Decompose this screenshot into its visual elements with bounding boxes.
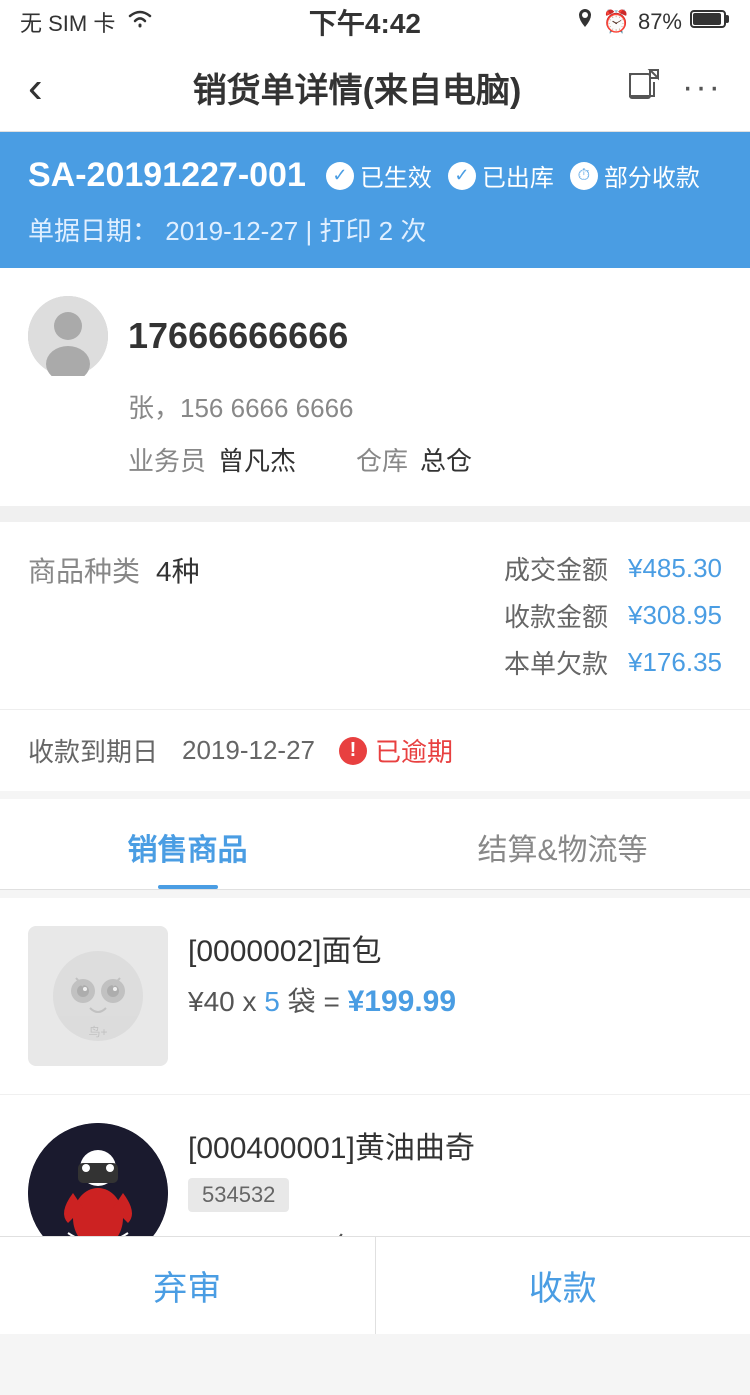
- status-bar: 无 SIM 卡 下午4:42 ⏰ 87%: [0, 0, 750, 44]
- product-thumb-bread: 鸟+: [28, 926, 168, 1066]
- product-item: 鸟+ [0000002]面包 ¥40 x 5 袋 = ¥199.99: [0, 898, 750, 1095]
- stats-right: 成交金额 ¥485.30 收款金额 ¥308.95 本单欠款 ¥176.35: [504, 550, 722, 681]
- stat-debt: 本单欠款 ¥176.35: [504, 644, 722, 681]
- customer-meta: 业务员 曾凡杰 仓库 总仓: [128, 441, 722, 478]
- product-tag: 534532: [188, 1178, 289, 1212]
- share-icon[interactable]: [626, 66, 662, 110]
- alarm-icon: ⏰: [603, 9, 630, 35]
- stats-row: 商品种类 4种 成交金额 ¥485.30 收款金额 ¥308.95 本单欠款 ¥…: [28, 550, 722, 681]
- product-price-bread: ¥40 x 5 袋 = ¥199.99: [188, 980, 722, 1020]
- location-icon: [575, 7, 595, 38]
- due-section: 收款到期日 2019-12-27 ! 已逾期: [0, 709, 750, 791]
- order-id: SA-20191227-001: [28, 156, 306, 195]
- status-badges: ✓ 已生效 ✓ 已出库 ⏱ 部分收款: [326, 158, 700, 193]
- back-button[interactable]: ‹: [28, 63, 88, 113]
- product-info-bread: [0000002]面包 ¥40 x 5 袋 = ¥199.99: [188, 926, 722, 1020]
- svg-text:鸟+: 鸟+: [88, 1024, 107, 1039]
- more-icon[interactable]: ···: [682, 68, 722, 107]
- sim-status: 无 SIM 卡: [20, 6, 115, 38]
- status-left: 无 SIM 卡: [20, 6, 155, 38]
- overdue-icon: !: [339, 737, 367, 765]
- order-date: 单据日期： 2019-12-27 | 打印 2 次: [28, 211, 722, 248]
- nav-actions: ···: [626, 66, 722, 110]
- customer-section: 17666666666 张，156 6666 6666 业务员 曾凡杰 仓库 总…: [0, 268, 750, 506]
- overdue-badge: ! 已逾期: [339, 732, 453, 769]
- wifi-icon: [125, 8, 155, 37]
- avatar: [28, 296, 108, 376]
- stats-left: 商品种类 4种: [28, 550, 200, 590]
- bottom-bar: 弃审 收款: [0, 1236, 750, 1334]
- tabs-section: 销售商品 结算&物流等 鸟+: [0, 799, 750, 1295]
- badge-partial: ⏱ 部分收款: [570, 158, 700, 193]
- nav-bar: ‹ 销货单详情(来自电脑) ···: [0, 44, 750, 132]
- abandon-review-button[interactable]: 弃审: [0, 1237, 376, 1334]
- battery-icon: [690, 8, 730, 37]
- customer-name: 张，156 6666 6666: [128, 388, 722, 425]
- customer-phone: 17666666666: [128, 315, 348, 357]
- battery-text: 87%: [638, 9, 682, 35]
- collect-payment-button[interactable]: 收款: [376, 1237, 750, 1334]
- status-right: ⏰ 87%: [575, 7, 730, 38]
- tabs-bar: 销售商品 结算&物流等: [0, 799, 750, 890]
- tab-settlement[interactable]: 结算&物流等: [375, 799, 750, 889]
- order-header: SA-20191227-001 ✓ 已生效 ✓ 已出库 ⏱ 部分收款 单据日期：…: [0, 132, 750, 268]
- page-title: 销货单详情(来自电脑): [88, 63, 626, 112]
- divider-1: [0, 506, 750, 522]
- customer-row: 17666666666: [28, 296, 722, 376]
- status-time: 下午4:42: [309, 2, 421, 42]
- badge-active: ✓ 已生效: [326, 158, 432, 193]
- clock-icon: ⏱: [570, 162, 598, 190]
- tab-sales-products[interactable]: 销售商品: [0, 799, 375, 889]
- sales-meta: 业务员 曾凡杰: [128, 441, 296, 478]
- badge-shipped: ✓ 已出库: [448, 158, 554, 193]
- stat-amount: 成交金额 ¥485.30: [504, 550, 722, 587]
- check-icon-shipped: ✓: [448, 162, 476, 190]
- stats-section: 商品种类 4种 成交金额 ¥485.30 收款金额 ¥308.95 本单欠款 ¥…: [0, 522, 750, 709]
- stat-received: 收款金额 ¥308.95: [504, 597, 722, 634]
- warehouse-meta: 仓库 总仓: [356, 441, 472, 478]
- check-icon-active: ✓: [326, 162, 354, 190]
